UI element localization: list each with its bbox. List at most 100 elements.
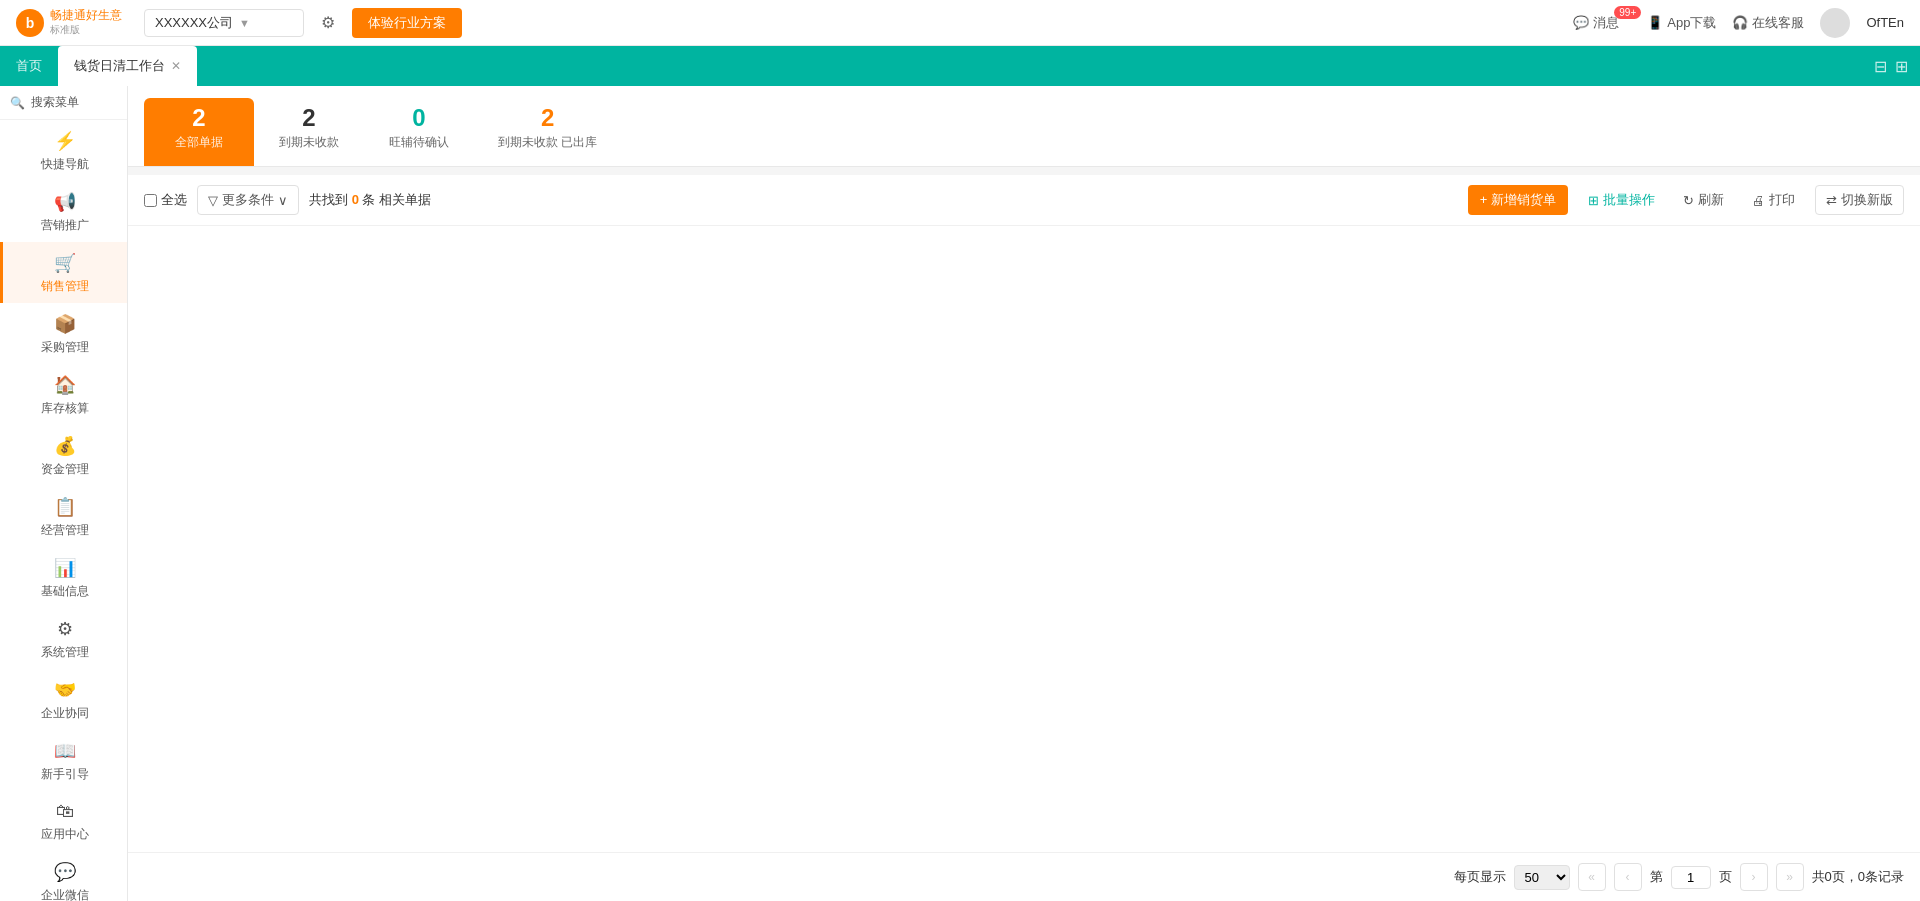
first-page-button[interactable]: «	[1578, 863, 1606, 891]
logo-icon: b	[16, 9, 44, 37]
avatar[interactable]	[1820, 8, 1850, 38]
stat-label-all: 全部单据	[175, 134, 223, 151]
online-service-label: 在线客服	[1752, 14, 1804, 32]
stat-tab-overdue[interactable]: 2 到期未收款	[254, 98, 364, 166]
last-page-button[interactable]: »	[1776, 863, 1804, 891]
sidebar-search[interactable]: 🔍 搜索菜单	[0, 86, 127, 120]
per-page-label: 每页显示	[1454, 868, 1506, 886]
finance-icon: 💰	[54, 435, 76, 457]
sidebar-label-sales: 销售管理	[41, 278, 89, 295]
batch-operation-button[interactable]: ⊞ 批量操作	[1580, 186, 1663, 214]
sidebar-item-quick-nav[interactable]: ⚡ 快捷导航	[0, 120, 127, 181]
refresh-label: 刷新	[1698, 191, 1724, 209]
stat-num-pending: 0	[412, 106, 425, 130]
sidebar-item-inventory[interactable]: 🏠 库存核算	[0, 364, 127, 425]
marketing-icon: 📢	[54, 191, 76, 213]
print-icon: 🖨	[1752, 193, 1765, 208]
search-icon: 🔍	[10, 96, 25, 110]
sidebar-item-finance[interactable]: 💰 资金管理	[0, 425, 127, 486]
username: OfTEn	[1866, 15, 1904, 30]
next-page-button[interactable]: ›	[1740, 863, 1768, 891]
sidebar-item-guide[interactable]: 📖 新手引导	[0, 730, 127, 791]
inventory-icon: 🏠	[54, 374, 76, 396]
stat-label-overdue: 到期未收款	[279, 134, 339, 151]
sidebar-item-cooperation[interactable]: 🤝 企业协同	[0, 669, 127, 730]
refresh-icon: ↻	[1683, 193, 1694, 208]
sidebar-item-marketing[interactable]: 📢 营销推广	[0, 181, 127, 242]
prev-page-button[interactable]: ‹	[1614, 863, 1642, 891]
settings-button[interactable]: ⚙	[312, 7, 344, 39]
message-button[interactable]: 💬 消息 99+	[1573, 14, 1631, 32]
refresh-button[interactable]: ↻ 刷新	[1675, 186, 1732, 214]
sidebar-label-basic-info: 基础信息	[41, 583, 89, 600]
sidebar-item-system[interactable]: ⚙ 系统管理	[0, 608, 127, 669]
sidebar-item-purchase[interactable]: 📦 采购管理	[0, 303, 127, 364]
wechat-icon: 💬	[54, 861, 76, 883]
page-suffix: 页	[1719, 868, 1732, 886]
select-all-input[interactable]	[144, 194, 157, 207]
cooperation-icon: 🤝	[54, 679, 76, 701]
stat-num-overdue-out: 2	[541, 106, 554, 130]
flash-icon: ⚡	[54, 130, 76, 152]
tab-bar: 首页 钱货日清工作台 ✕ ⊟ ⊞	[0, 46, 1920, 86]
batch-icon: ⊞	[1588, 193, 1599, 208]
found-text: 共找到 0 条 相关单据	[309, 191, 431, 209]
sidebar-label-purchase: 采购管理	[41, 339, 89, 356]
page-input[interactable]	[1671, 866, 1711, 889]
sidebar-label-quick-nav: 快捷导航	[41, 156, 89, 173]
sidebar-item-basic-info[interactable]: 📊 基础信息	[0, 547, 127, 608]
print-button[interactable]: 🖨 打印	[1744, 186, 1803, 214]
table-area	[128, 226, 1920, 852]
stat-tab-pending[interactable]: 0 旺辅待确认	[364, 98, 474, 166]
app-download-button[interactable]: 📱 App下载	[1647, 14, 1716, 32]
operation-icon: 📋	[54, 496, 76, 518]
toolbar-right: + 新增销货单 ⊞ 批量操作 ↻ 刷新 🖨 打印 ⇄ 切换新版	[1468, 185, 1904, 215]
company-selector[interactable]: XXXXXX公司 ▼	[144, 9, 304, 37]
stat-tab-all[interactable]: 2 全部单据	[144, 98, 254, 166]
filter-button[interactable]: ▽ 更多条件 ∨	[197, 185, 299, 215]
message-icon: 💬	[1573, 15, 1589, 30]
toolbar: 全选 ▽ 更多条件 ∨ 共找到 0 条 相关单据 + 新增销货单 ⊞ 批量操作	[128, 175, 1920, 226]
new-order-button[interactable]: + 新增销货单	[1468, 185, 1568, 215]
total-info: 共0页，0条记录	[1812, 868, 1904, 886]
maximize-icon[interactable]: ⊞	[1895, 57, 1908, 76]
tab-home[interactable]: 首页	[0, 46, 58, 86]
toolbar-left: 全选 ▽ 更多条件 ∨ 共找到 0 条 相关单据	[144, 185, 431, 215]
company-dropdown-icon: ▼	[239, 17, 250, 29]
tab-home-label: 首页	[16, 57, 42, 75]
sidebar-item-sales[interactable]: 🛒 销售管理	[0, 242, 127, 303]
select-all-checkbox[interactable]: 全选	[144, 191, 187, 209]
sidebar-item-app-center[interactable]: 🛍 应用中心	[0, 791, 127, 851]
gear-icon: ⚙	[321, 13, 335, 32]
found-num: 0	[352, 192, 359, 207]
print-label: 打印	[1769, 191, 1795, 209]
sidebar-item-operation[interactable]: 📋 经营管理	[0, 486, 127, 547]
app-icon: 📱	[1647, 15, 1663, 30]
minimize-icon[interactable]: ⊟	[1874, 57, 1887, 76]
app-center-icon: 🛍	[56, 801, 74, 822]
switch-label: 切换新版	[1841, 191, 1893, 209]
filter-icon: ▽	[208, 193, 218, 208]
stat-label-overdue-out: 到期未收款 已出库	[498, 134, 597, 151]
sidebar-label-cooperation: 企业协同	[41, 705, 89, 722]
headset-icon: 🎧	[1732, 15, 1748, 30]
trial-button[interactable]: 体验行业方案	[352, 8, 462, 38]
page-label: 第	[1650, 868, 1663, 886]
switch-version-button[interactable]: ⇄ 切换新版	[1815, 185, 1904, 215]
company-name: XXXXXX公司	[155, 14, 233, 32]
sales-icon: 🛒	[54, 252, 76, 274]
tab-expand-buttons: ⊟ ⊞	[1874, 57, 1920, 76]
stat-label-pending: 旺辅待确认	[389, 134, 449, 151]
sidebar-label-operation: 经营管理	[41, 522, 89, 539]
per-page-select[interactable]: 50 100 200	[1514, 865, 1570, 890]
tab-close-icon[interactable]: ✕	[171, 59, 181, 73]
sidebar-item-wechat[interactable]: 💬 企业微信	[0, 851, 127, 901]
top-header: b 畅捷通好生意 标准版 XXXXXX公司 ▼ ⚙ 体验行业方案 💬 消息 99…	[0, 0, 1920, 46]
purchase-icon: 📦	[54, 313, 76, 335]
logo-text: 畅捷通好生意	[50, 8, 122, 24]
sidebar-label-guide: 新手引导	[41, 766, 89, 783]
stat-tab-overdue-out[interactable]: 2 到期未收款 已出库	[474, 98, 621, 166]
tab-workspace[interactable]: 钱货日清工作台 ✕	[58, 46, 197, 86]
sidebar: 🔍 搜索菜单 ⚡ 快捷导航 📢 营销推广 🛒 销售管理 📦 采购管理 🏠 库存核…	[0, 86, 128, 901]
online-service-button[interactable]: 🎧 在线客服	[1732, 14, 1804, 32]
